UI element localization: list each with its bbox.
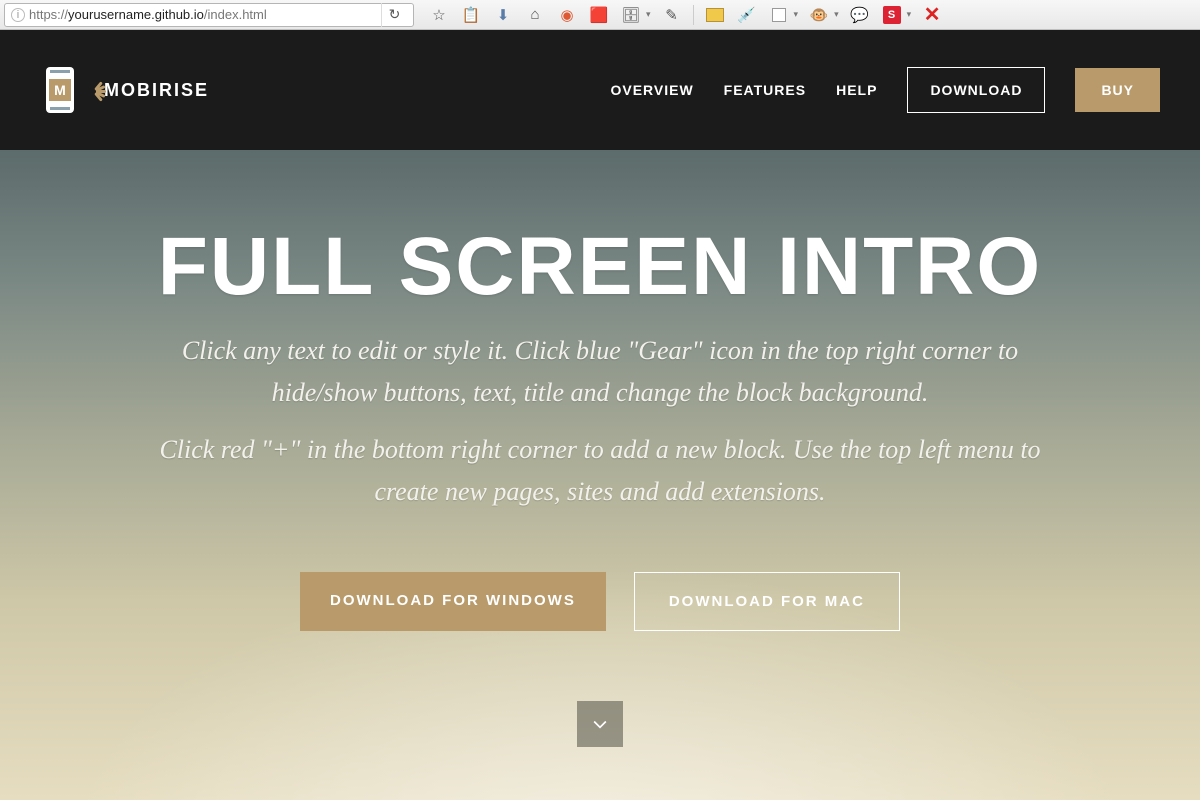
logo-mark-icon: M [40, 65, 80, 115]
browser-toolbar: i https://yourusername.github.io/index.h… [0, 0, 1200, 30]
scroll-down-button[interactable] [577, 701, 623, 747]
dropdown-icon[interactable]: ▾ [794, 9, 799, 20]
url-bar[interactable]: i https://yourusername.github.io/index.h… [4, 3, 414, 27]
download-button[interactable]: DOWNLOAD [907, 67, 1045, 113]
hero-subtitle-1[interactable]: Click any text to edit or style it. Clic… [130, 330, 1070, 413]
archive-icon[interactable]: 🗄 [620, 4, 642, 26]
nav-link-overview[interactable]: OVERVIEW [610, 82, 693, 98]
brand-name: MOBIRISE [104, 80, 209, 101]
dropdown-icon[interactable]: ▾ [907, 9, 912, 20]
hero-section: FULL SCREEN INTRO Click any text to edit… [0, 150, 1200, 800]
chat-icon[interactable]: 💬 [849, 4, 871, 26]
browser-extensions: ☆ 📋 ⬇ ⌂ ◉ 🟥 🗄 ▾ ✎ 💉 ▾ 🐵 ▾ 💬 S ▾ ✕ [418, 4, 1196, 26]
hero-title[interactable]: FULL SCREEN INTRO [158, 220, 1042, 314]
pencil-icon[interactable]: ✎ [661, 4, 683, 26]
reload-icon[interactable]: ↻ [381, 3, 407, 27]
dropdown-icon[interactable]: ▾ [646, 9, 651, 20]
blank-icon[interactable] [768, 4, 790, 26]
url-text: https://yourusername.github.io/index.htm… [29, 7, 377, 22]
buy-button[interactable]: BUY [1075, 68, 1160, 112]
chevron-down-icon [590, 714, 610, 734]
site-navbar: M MOBIRISE OVERVIEW FEATURES HELP DOWNLO… [0, 30, 1200, 150]
separator [693, 5, 694, 25]
url-path: /index.html [204, 7, 267, 22]
download-mac-button[interactable]: DOWNLOAD FOR MAC [634, 572, 900, 631]
nav-link-features[interactable]: FEATURES [724, 82, 806, 98]
x-icon[interactable]: ✕ [921, 4, 943, 26]
duckduckgo-icon[interactable]: ◉ [556, 4, 578, 26]
nav-link-help[interactable]: HELP [836, 82, 877, 98]
url-domain: yourusername.github.io [68, 7, 204, 22]
colors-icon[interactable]: 🟥 [588, 4, 610, 26]
s-badge-icon[interactable]: S [881, 4, 903, 26]
download-windows-button[interactable]: DOWNLOAD FOR WINDOWS [300, 572, 606, 631]
clipboard-icon[interactable]: 📋 [460, 4, 482, 26]
eyedropper-icon[interactable]: 💉 [736, 4, 758, 26]
url-scheme: https:// [29, 7, 68, 22]
star-icon[interactable]: ☆ [428, 4, 450, 26]
brand-logo[interactable]: M MOBIRISE [40, 65, 209, 115]
dropdown-icon[interactable]: ▾ [834, 9, 839, 20]
hero-buttons: DOWNLOAD FOR WINDOWS DOWNLOAD FOR MAC [300, 572, 900, 631]
ruler-icon[interactable] [704, 4, 726, 26]
info-icon[interactable]: i [11, 8, 25, 22]
monkey-icon[interactable]: 🐵 [808, 4, 830, 26]
hero-subtitle-2[interactable]: Click red "+" in the bottom right corner… [130, 429, 1070, 512]
download-arrow-icon[interactable]: ⬇ [492, 4, 514, 26]
home-icon[interactable]: ⌂ [524, 4, 546, 26]
